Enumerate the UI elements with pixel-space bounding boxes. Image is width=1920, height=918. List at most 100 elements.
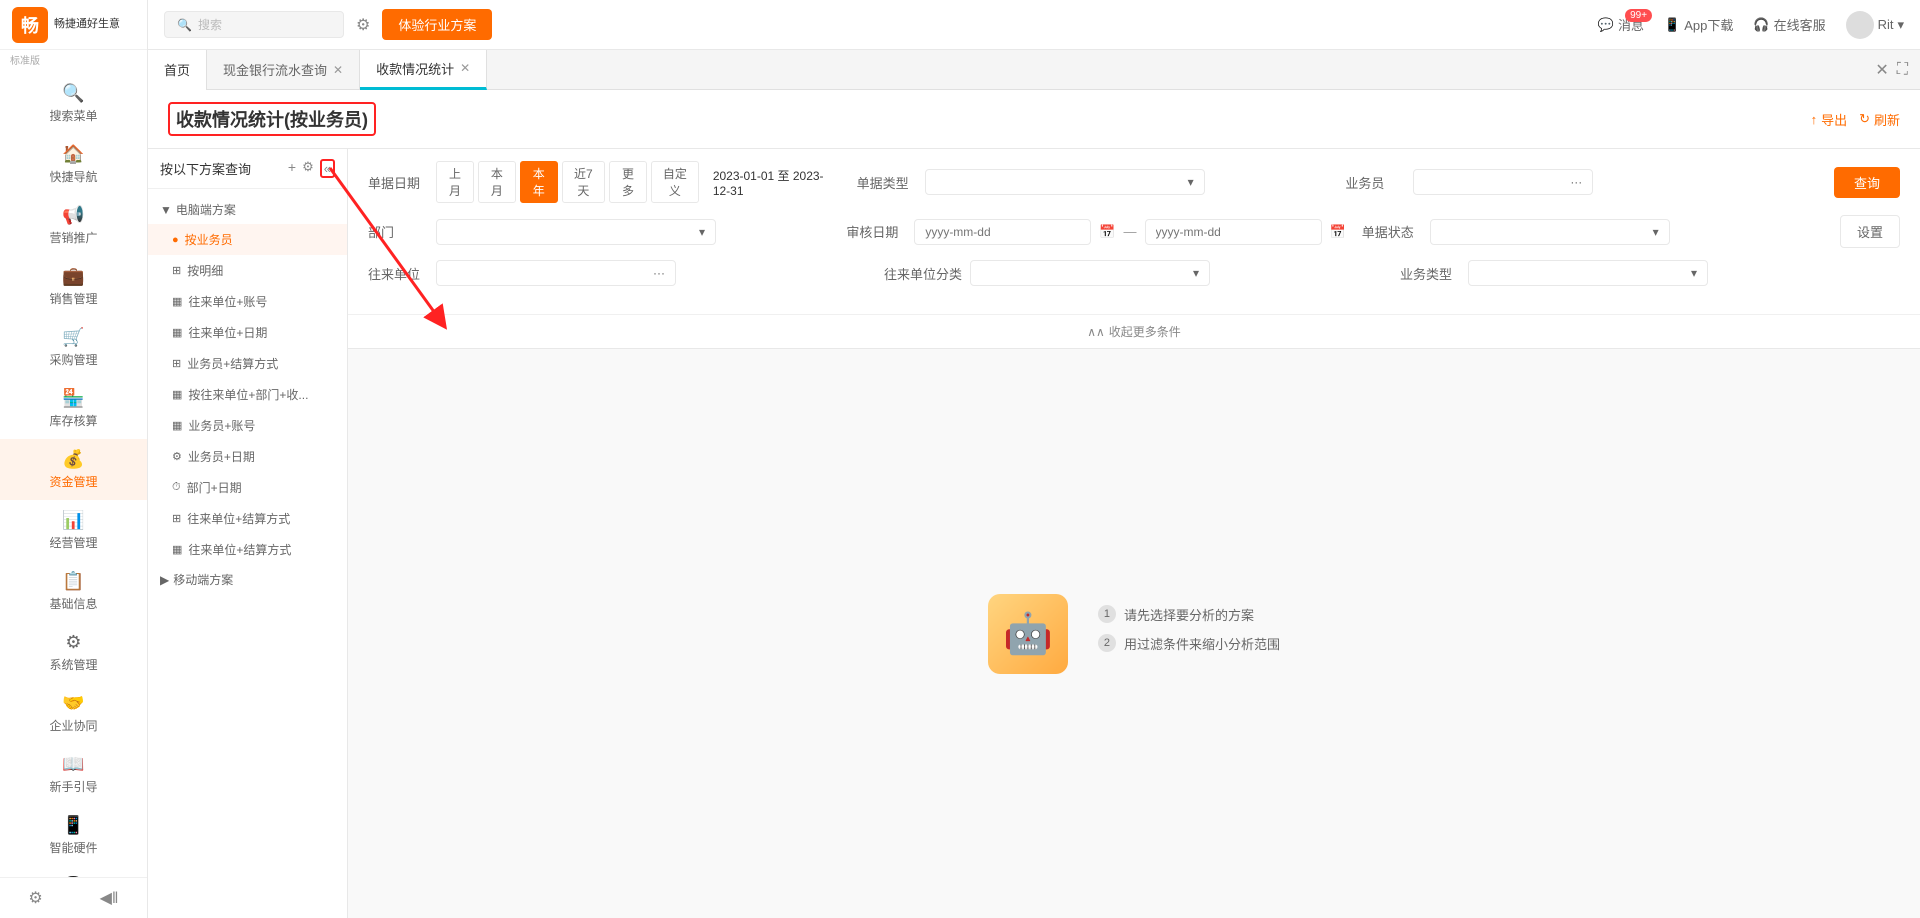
refresh-link[interactable]: ↻ 刷新 [1859,110,1900,129]
voucher-status-select[interactable]: ▾ [1430,219,1670,245]
sidebar-item-search[interactable]: 🔍 搜索菜单 [0,73,147,134]
plan-item-icon-partner-dept: ▦ [172,388,182,401]
page-title-highlight: 收款情况统计(按业务员) [168,102,376,136]
sidebar-label-guide: 新手引导 [49,778,97,795]
refresh-icon: ↻ [1859,111,1870,127]
sidebar-item-guide[interactable]: 📖 新手引导 [0,744,147,805]
date-btn-this-year[interactable]: 本年 [520,161,558,203]
sidebar-item-quicknav[interactable]: 🏠 快捷导航 [0,134,147,195]
trial-btn[interactable]: 体验行业方案 [382,9,492,40]
sidebar-item-sales[interactable]: 💼 销售管理 [0,256,147,317]
counterparty-dots: ··· [653,266,665,280]
tab-expand-icon[interactable]: ⛶ [1897,61,1908,79]
salesperson-select[interactable]: ··· [1413,169,1593,195]
app-download-item[interactable]: 📱 App下载 [1664,15,1733,34]
logo-icon: 畅 [12,7,48,43]
plan-item-icon-dept-date: ⏱ [172,481,181,494]
header-gear-icon[interactable]: ⚙ [356,15,370,35]
settings-plan-icon[interactable]: ⚙ [302,159,314,178]
sidebar-item-hardware[interactable]: 📱 智能硬件 [0,805,147,866]
sidebar-item-purchase[interactable]: 🛒 采购管理 [0,317,147,378]
filter-date-buttons: 上月 本月 本年 近7天 更多 自定义 [436,161,699,203]
empty-tip-2: 2 用过滤条件来缩小分析范围 [1098,634,1280,653]
review-date-from[interactable] [914,219,1091,245]
search-icon: 🔍 [177,18,192,32]
sidebar-item-collab[interactable]: 🤝 企业协同 [0,683,147,744]
tab-home[interactable]: 首页 [148,50,207,90]
plan-item-label-salesperson-date: 业务员+日期 [188,448,255,465]
sidebar-item-inventory[interactable]: 🏪 库存核算 [0,378,147,439]
sidebar-item-operations[interactable]: 📊 经营管理 [0,500,147,561]
plan-item-salesperson-date[interactable]: ⚙ 业务员+日期 [148,441,347,472]
plan-item-partner-settlement1[interactable]: ⊞ 往来单位+结算方式 [148,503,347,534]
counterparty-select[interactable]: ··· [436,260,676,286]
logo-text: 畅捷通好生意 [54,17,120,31]
sidebar-label-search: 搜索菜单 [49,107,97,124]
date-btn-7days[interactable]: 近7天 [562,161,605,203]
plan-item-dept-date[interactable]: ⏱ 部门+日期 [148,472,347,503]
calendar-icon-to[interactable]: 📅 [1330,224,1346,240]
add-plan-icon[interactable]: + [288,159,296,178]
expand-arrow: ▼ [160,203,172,217]
export-link[interactable]: ↑ 导出 [1811,110,1848,129]
system-icon: ⚙ [65,632,81,653]
date-btn-this-month[interactable]: 本月 [478,161,516,203]
sidebar-item-finance[interactable]: 💰 资金管理 [0,439,147,500]
sidebar-item-marketing[interactable]: 📢 营销推广 [0,195,147,256]
tip-num-1: 1 [1098,605,1116,623]
plan-group-mobile-header[interactable]: ▶ 移动端方案 [148,565,347,594]
sidebar-item-system[interactable]: ⚙ 系统管理 [0,622,147,683]
voucher-type-select[interactable]: ▾ [925,169,1205,195]
counterparty-cat-select[interactable]: ▾ [970,260,1210,286]
tab-receipt-close[interactable]: ✕ [460,61,470,75]
tab-cash[interactable]: 现金银行流水查询 ✕ [207,50,360,90]
collapse-sidebar-icon[interactable]: ◀‖ [100,888,119,908]
plan-item-partner-date[interactable]: ▦ 往来单位+日期 [148,317,347,348]
plan-item-icon-partner-settlement2: ▦ [172,543,182,556]
collapse-more-btn[interactable]: ∧∧ 收起更多条件 [348,314,1920,348]
plan-item-label-partner-date: 往来单位+日期 [188,324,267,341]
counterparty-cat-dropdown-icon: ▾ [1193,266,1199,280]
plan-item-by-detail[interactable]: ⊞ 按明细 [148,255,347,286]
export-icon: ↑ [1811,112,1818,127]
sidebar-footer: ⚙ ◀‖ [0,877,147,918]
plan-item-by-salesperson[interactable]: ● 按业务员 [148,224,347,255]
page-title-actions: ↑ 导出 ↻ 刷新 [1811,110,1900,129]
tab-cash-close[interactable]: ✕ [333,63,343,77]
left-panel-title: 按以下方案查询 [160,159,251,178]
settings-footer-icon[interactable]: ⚙ [28,888,42,908]
calendar-icon-from[interactable]: 📅 [1099,224,1115,240]
left-panel-content: ▼ 电脑端方案 ● 按业务员 ⊞ 按明细 ▦ [148,189,347,918]
plan-item-salesperson-account[interactable]: ▦ 业务员+账号 [148,410,347,441]
plan-group-desktop-header[interactable]: ▼ 电脑端方案 [148,195,347,224]
collapse-left-panel-icon[interactable]: « [320,159,335,178]
settings-button[interactable]: 设置 [1840,215,1900,248]
online-service-item[interactable]: 🎧 在线客服 [1753,15,1825,34]
sidebar-item-wechat[interactable]: 💬 企业微信 [0,866,147,877]
plan-item-salesperson-settlement[interactable]: ⊞ 业务员+结算方式 [148,348,347,379]
sidebar: 畅 畅捷通好生意 标准版 🔍 搜索菜单 🏠 快捷导航 📢 营销推广 💼 销售管理… [0,0,148,918]
date-btn-last-month[interactable]: 上月 [436,161,474,203]
date-btn-more[interactable]: 更多 [609,161,647,203]
dept-select[interactable]: ▾ [436,219,716,245]
collapse-label: 收起更多条件 [1109,323,1181,340]
tab-receipt[interactable]: 收款情况统计 ✕ [360,50,487,90]
empty-tips: 1 请先选择要分析的方案 2 用过滤条件来缩小分析范围 [1098,605,1280,663]
tab-close-all-icon[interactable]: ✕ [1875,60,1888,80]
filter-group-counterparty: 往来单位 ··· [368,260,868,286]
plan-group-desktop-label: 电脑端方案 [176,201,236,218]
business-type-select[interactable]: ▾ [1468,260,1708,286]
query-button[interactable]: 查询 [1834,167,1900,198]
header-search-box[interactable]: 🔍 搜索 [164,11,344,38]
search-icon: 🔍 [62,83,84,104]
plan-item-partner-account[interactable]: ▦ 往来单位+账号 [148,286,347,317]
date-btn-custom[interactable]: 自定义 [651,161,699,203]
plan-item-partner-settlement2[interactable]: ▦ 往来单位+结算方式 [148,534,347,565]
messages-item[interactable]: 💬 消息 99+ [1598,15,1644,34]
user-item[interactable]: Rit ▾ [1846,11,1904,39]
voucher-type-label: 单据类型 [857,173,917,192]
review-date-to[interactable] [1145,219,1322,245]
operations-icon: 📊 [62,510,84,531]
plan-item-partner-dept[interactable]: ▦ 按往来单位+部门+收... [148,379,347,410]
sidebar-item-basic[interactable]: 📋 基础信息 [0,561,147,622]
